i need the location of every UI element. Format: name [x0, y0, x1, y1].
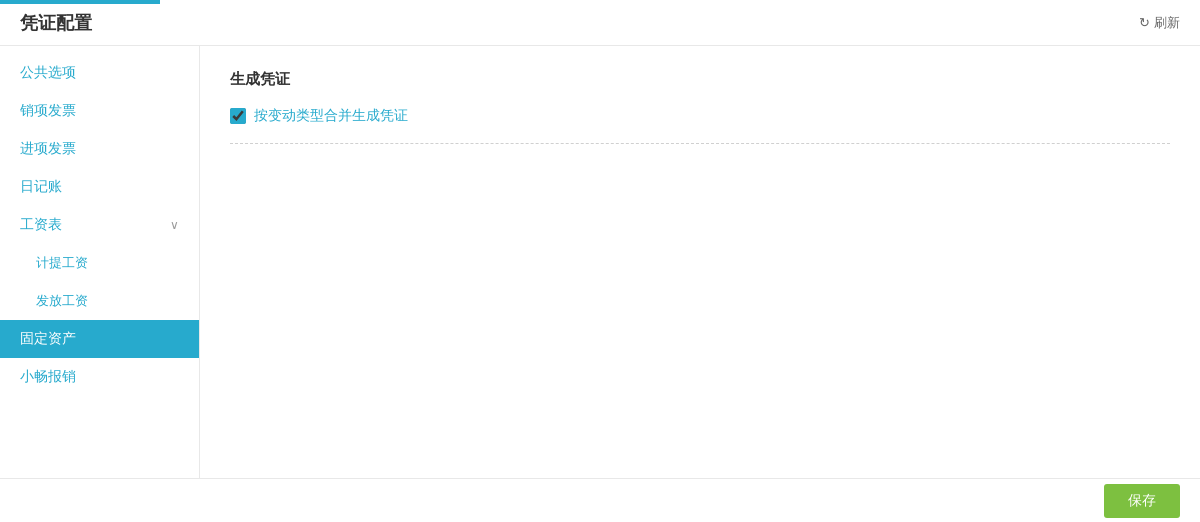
chevron-down-icon: ∨ — [170, 218, 179, 232]
section-title: 生成凭证 — [230, 70, 1170, 89]
footer: 保存 — [0, 478, 1200, 522]
sidebar-item-label: 发放工资 — [36, 292, 88, 310]
sidebar-item-sales-invoice[interactable]: 销项发票 — [0, 92, 199, 130]
refresh-button[interactable]: ↻ 刷新 — [1139, 14, 1180, 32]
merge-by-type-checkbox[interactable] — [230, 108, 246, 124]
top-accent-bar — [0, 0, 160, 4]
checkbox-row: 按变动类型合并生成凭证 — [230, 107, 1170, 125]
main-container: 公共选项 销项发票 进项发票 日记账 工资表 ∨ 计提工资 发放工资 固定资产 … — [0, 46, 1200, 478]
sidebar-item-label: 销项发票 — [20, 102, 76, 120]
refresh-label: 刷新 — [1154, 14, 1180, 32]
sidebar-item-label: 计提工资 — [36, 254, 88, 272]
section-divider — [230, 143, 1170, 144]
sidebar-item-label: 固定资产 — [20, 330, 76, 348]
sidebar-item-label: 小畅报销 — [20, 368, 76, 386]
sidebar-item-label: 进项发票 — [20, 140, 76, 158]
header: 凭证配置 ↻ 刷新 — [0, 0, 1200, 46]
checkbox-label[interactable]: 按变动类型合并生成凭证 — [254, 107, 408, 125]
sidebar-item-label: 工资表 — [20, 216, 62, 234]
sidebar-item-label: 日记账 — [20, 178, 62, 196]
sidebar-item-fixed-assets[interactable]: 固定资产 — [0, 320, 199, 358]
sidebar-item-pay-salary[interactable]: 发放工资 — [0, 282, 199, 320]
sidebar-item-expense[interactable]: 小畅报销 — [0, 358, 199, 396]
sidebar-item-label: 公共选项 — [20, 64, 76, 82]
content-area: 生成凭证 按变动类型合并生成凭证 — [200, 46, 1200, 478]
sidebar-item-calc-salary[interactable]: 计提工资 — [0, 244, 199, 282]
refresh-icon: ↻ — [1139, 15, 1150, 30]
sidebar-item-purchase-invoice[interactable]: 进项发票 — [0, 130, 199, 168]
sidebar-item-journal[interactable]: 日记账 — [0, 168, 199, 206]
page-title: 凭证配置 — [20, 11, 92, 35]
save-button[interactable]: 保存 — [1104, 484, 1180, 518]
sidebar-item-payroll-table[interactable]: 工资表 ∨ — [0, 206, 199, 244]
sidebar-item-public-options[interactable]: 公共选项 — [0, 54, 199, 92]
sidebar: 公共选项 销项发票 进项发票 日记账 工资表 ∨ 计提工资 发放工资 固定资产 … — [0, 46, 200, 478]
